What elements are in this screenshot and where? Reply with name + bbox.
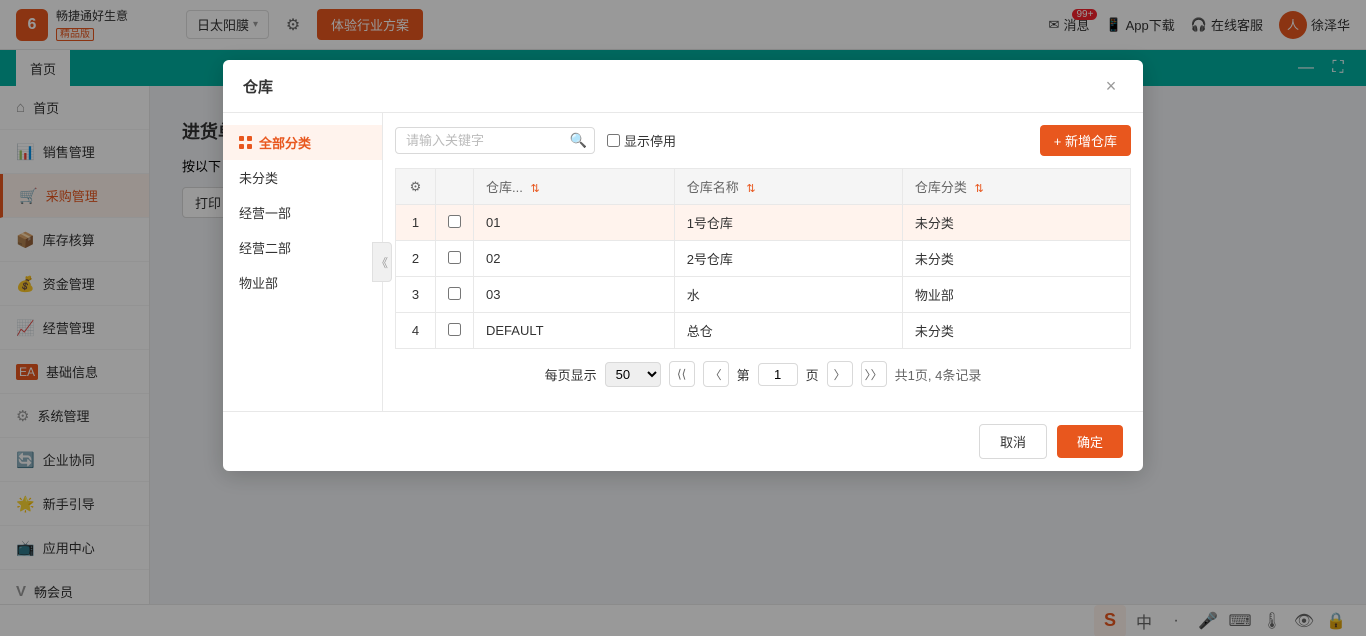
- sort-icon-name: ⇅: [746, 183, 755, 195]
- row-4-code: DEFAULT: [474, 313, 675, 349]
- row-3-code: 03: [474, 277, 675, 313]
- search-input[interactable]: [395, 127, 595, 154]
- modal-footer: 取消 确定: [223, 411, 1143, 471]
- next-page-button[interactable]: 〉: [827, 361, 853, 387]
- last-page-button[interactable]: 〉〉: [861, 361, 887, 387]
- row-2-num: 2: [396, 241, 436, 277]
- category-panel: 全部分类 未分类 经营一部 经营二部 物业部 《: [223, 113, 383, 411]
- add-warehouse-button[interactable]: + 新增仓库: [1040, 125, 1131, 156]
- warehouse-modal: 仓库 × 全部分类 未分类 经营一部 经营二部 物业部: [223, 60, 1143, 471]
- category-item-unclassified[interactable]: 未分类: [223, 160, 382, 195]
- sort-icon-code: ⇅: [530, 183, 539, 195]
- search-wrap: 🔍: [395, 127, 595, 154]
- row-1-num: 1: [396, 205, 436, 241]
- table-header-row: ⚙ 仓库... ⇅ 仓库名称 ⇅: [396, 169, 1131, 205]
- first-page-button[interactable]: ⟨⟨: [669, 361, 695, 387]
- table-panel: 🔍 显示停用 + 新增仓库 ⚙: [383, 113, 1143, 411]
- row-2-check[interactable]: [448, 251, 461, 264]
- table-row[interactable]: 4 DEFAULT 总仓 未分类: [396, 313, 1131, 349]
- table-row[interactable]: 1 01 1号仓库 未分类: [396, 205, 1131, 241]
- th-name-label: 仓库名称: [687, 180, 739, 195]
- row-3-num: 3: [396, 277, 436, 313]
- per-page-label: 每页显示: [545, 365, 597, 384]
- th-category-label: 仓库分类: [915, 180, 967, 195]
- page-unit: 页: [806, 365, 819, 384]
- th-code[interactable]: 仓库... ⇅: [474, 169, 675, 205]
- row-4-name: 总仓: [674, 313, 902, 349]
- cancel-button[interactable]: 取消: [979, 424, 1047, 459]
- category-item-ops1[interactable]: 经营一部: [223, 195, 382, 230]
- page-label: 第: [737, 365, 750, 384]
- row-1-code: 01: [474, 205, 675, 241]
- per-page-select[interactable]: 50 10 20 100: [605, 362, 661, 387]
- pagination: 每页显示 50 10 20 100 ⟨⟨ 〈 第 页 〉 〉〉 共1页, 4条记…: [395, 349, 1131, 399]
- table-scroll-area: ⚙ 仓库... ⇅ 仓库名称 ⇅: [395, 168, 1131, 349]
- page-input[interactable]: [758, 363, 798, 386]
- table-toolbar: 🔍 显示停用 + 新增仓库: [395, 125, 1131, 156]
- sort-icon-category: ⇅: [974, 183, 983, 195]
- row-1-check[interactable]: [448, 215, 461, 228]
- row-2-code: 02: [474, 241, 675, 277]
- row-3-category: 物业部: [902, 277, 1130, 313]
- show-disabled-label: 显示停用: [624, 131, 676, 150]
- row-1-name: 1号仓库: [674, 205, 902, 241]
- category-collapse-button[interactable]: 《: [372, 242, 392, 282]
- prev-page-button[interactable]: 〈: [703, 361, 729, 387]
- row-4-checkbox[interactable]: [436, 313, 474, 349]
- row-2-name: 2号仓库: [674, 241, 902, 277]
- row-1-category: 未分类: [902, 205, 1130, 241]
- warehouse-table: ⚙ 仓库... ⇅ 仓库名称 ⇅: [395, 168, 1131, 349]
- th-checkbox: [436, 169, 474, 205]
- table-head: ⚙ 仓库... ⇅ 仓库名称 ⇅: [396, 169, 1131, 205]
- row-3-name: 水: [674, 277, 902, 313]
- search-icon[interactable]: 🔍: [570, 132, 587, 149]
- category-item-property[interactable]: 物业部: [223, 265, 382, 300]
- category-all[interactable]: 全部分类: [223, 125, 382, 160]
- page-total: 共1页, 4条记录: [895, 365, 982, 384]
- modal-close-button[interactable]: ×: [1099, 74, 1123, 98]
- th-category[interactable]: 仓库分类 ⇅: [902, 169, 1130, 205]
- modal-header: 仓库 ×: [223, 60, 1143, 113]
- row-4-check[interactable]: [448, 323, 461, 336]
- row-1-checkbox[interactable]: [436, 205, 474, 241]
- th-settings[interactable]: ⚙: [396, 169, 436, 205]
- modal-body: 全部分类 未分类 经营一部 经营二部 物业部 《 🔍: [223, 113, 1143, 411]
- show-disabled-checkbox-wrap[interactable]: 显示停用: [607, 131, 676, 150]
- category-all-label: 全部分类: [259, 133, 311, 152]
- modal-title: 仓库: [243, 76, 273, 97]
- confirm-button[interactable]: 确定: [1057, 425, 1123, 458]
- category-item-ops2[interactable]: 经营二部: [223, 230, 382, 265]
- table-row[interactable]: 3 03 水 物业部: [396, 277, 1131, 313]
- grid-icon: [239, 136, 253, 150]
- table-body: 1 01 1号仓库 未分类 2 02 2号仓库: [396, 205, 1131, 349]
- row-4-category: 未分类: [902, 313, 1130, 349]
- modal-overlay: 仓库 × 全部分类 未分类 经营一部 经营二部 物业部: [0, 0, 1366, 636]
- row-4-num: 4: [396, 313, 436, 349]
- row-2-category: 未分类: [902, 241, 1130, 277]
- row-3-check[interactable]: [448, 287, 461, 300]
- row-3-checkbox[interactable]: [436, 277, 474, 313]
- th-name[interactable]: 仓库名称 ⇅: [674, 169, 902, 205]
- table-row[interactable]: 2 02 2号仓库 未分类: [396, 241, 1131, 277]
- row-2-checkbox[interactable]: [436, 241, 474, 277]
- th-code-label: 仓库...: [486, 180, 523, 195]
- show-disabled-checkbox[interactable]: [607, 134, 620, 147]
